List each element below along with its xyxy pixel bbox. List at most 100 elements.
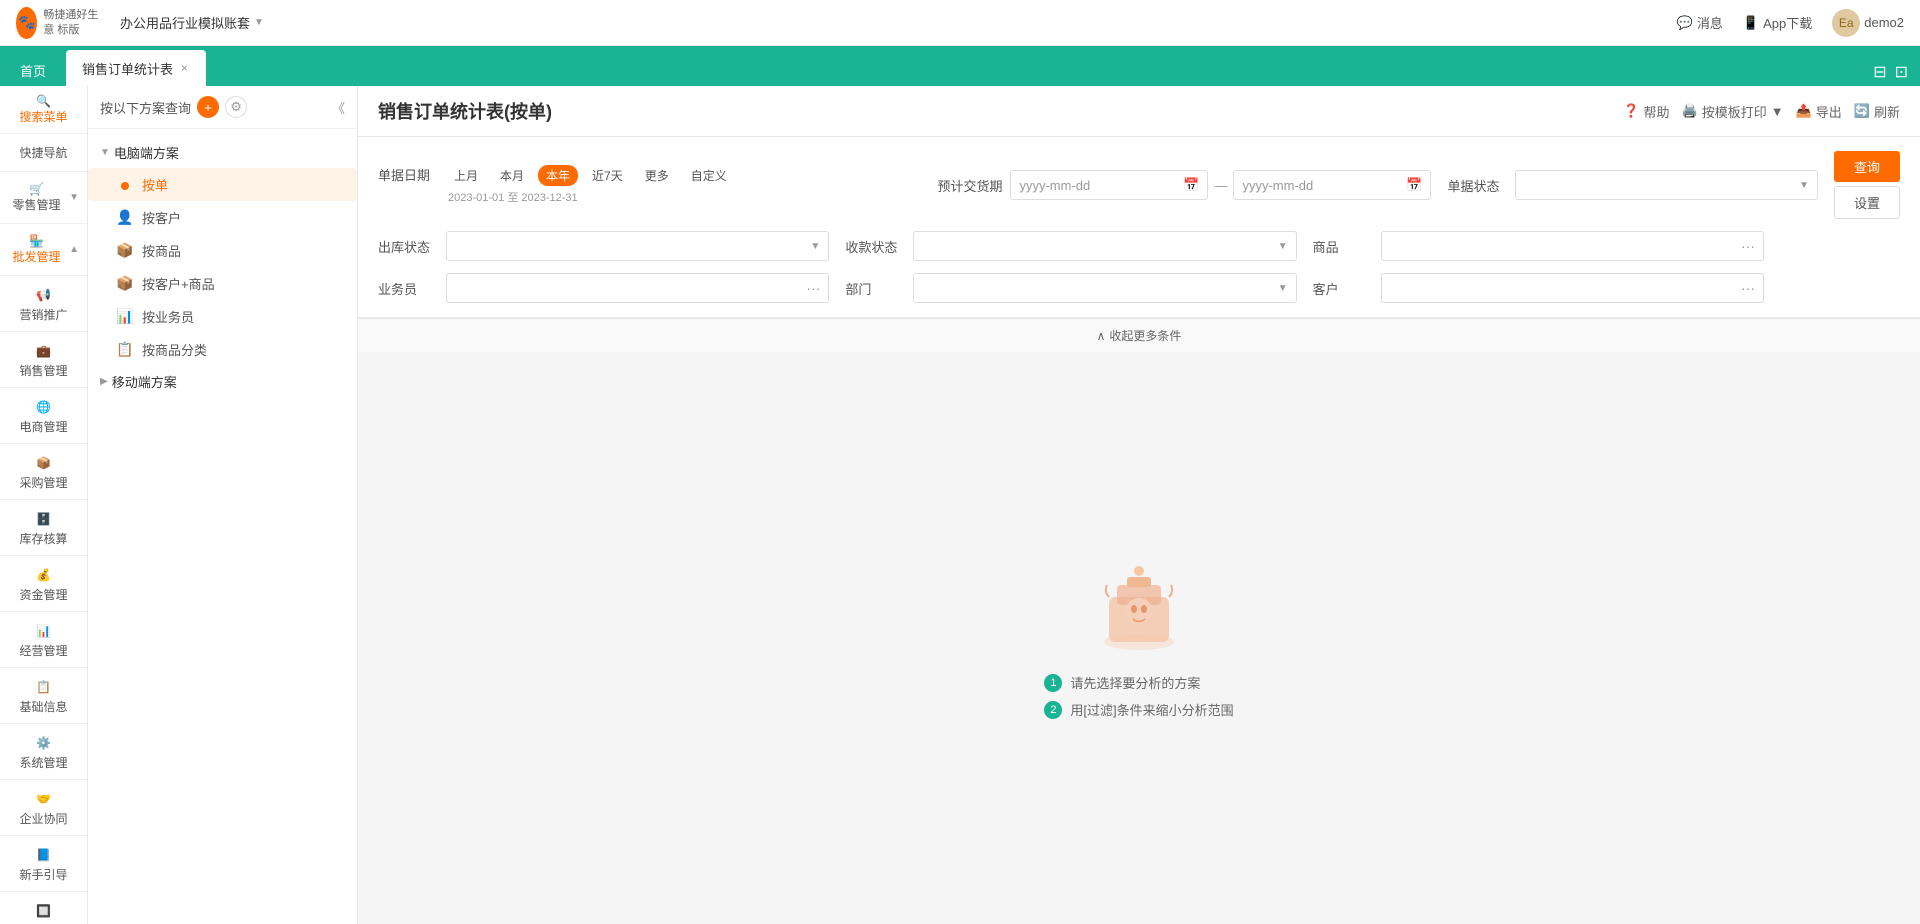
sidebar-item-inventory[interactable]: 🗄️ 库存核算 (0, 500, 87, 556)
sidebar-item-marketing[interactable]: 📢 营销推广 (0, 276, 87, 332)
status-select[interactable]: ▼ (1515, 170, 1818, 200)
message-btn[interactable]: 💬 消息 (1677, 13, 1723, 32)
help-btn[interactable]: ❓ 帮助 (1623, 102, 1669, 121)
tree-item-by-category[interactable]: 📋 按商品分类 (88, 333, 357, 366)
ship-arrow-icon: ▼ (810, 241, 820, 252)
empty-tip-1: 1 请先选择要分析的方案 (1044, 673, 1233, 692)
tree-group-mobile-header[interactable]: ▶ 移动端方案 (88, 366, 357, 397)
goods-label: 商品 (1313, 237, 1373, 256)
tab-active[interactable]: 销售订单统计表 × (66, 50, 206, 86)
staff-item: 业务员 ··· (378, 273, 829, 303)
sidebar-item-apps[interactable]: 🔲 应用中心 (0, 892, 87, 924)
tip-num-1: 1 (1044, 674, 1062, 692)
retail-label: 零售管理 (13, 196, 61, 213)
wholesale-icon: 🏪 (29, 234, 44, 248)
date-btn-last-month[interactable]: 上月 (446, 165, 486, 186)
settings-btn[interactable]: 设置 (1834, 186, 1900, 219)
sidebar-item-guide[interactable]: 📘 新手引导 (0, 836, 87, 892)
refresh-btn[interactable]: 🔄 刷新 (1854, 102, 1900, 121)
tree-item-order-icon (116, 177, 134, 193)
workspace-name: 办公用品行业模拟账套 (120, 13, 250, 32)
tree-group-mobile: ▶ 移动端方案 (88, 366, 357, 397)
sidebar-search[interactable]: 🔍 搜索菜单 (0, 86, 87, 134)
message-label: 消息 (1697, 13, 1723, 32)
tree-item-combo-label: 按客户+商品 (142, 274, 215, 293)
tree-item-order-label: 按单 (142, 175, 168, 194)
tree-item-by-customer-goods[interactable]: 📦 按客户+商品 (88, 267, 357, 300)
goods-input[interactable]: ··· (1381, 231, 1764, 261)
sidebar-item-ops[interactable]: 📊 经营管理 (0, 612, 87, 668)
settings-scheme-btn[interactable]: ⚙ (225, 96, 247, 118)
tab-maximize-icon[interactable]: ⊡ (1895, 62, 1908, 82)
sidebar-item-ecommerce[interactable]: 🌐 电商管理 (0, 388, 87, 444)
user-name: demo2 (1864, 15, 1904, 30)
ship-status-item: 出库状态 ▼ (378, 231, 829, 261)
export-label: 导出 (1816, 102, 1842, 121)
sidebar-item-sales[interactable]: 💼 销售管理 (0, 332, 87, 388)
action-buttons: 查询 设置 (1834, 151, 1900, 219)
filter-row-1: 单据日期 上月 本月 本年 近7天 更多 自定义 2023-01-01 至 20… (378, 151, 1900, 219)
tab-bar-right: ⊟ ⊡ (1873, 62, 1920, 86)
forecast-to-icon: 📅 (1406, 177, 1422, 193)
status-item: 单据状态 ▼ (1447, 170, 1818, 200)
logo-icon: 🐾 (16, 7, 37, 39)
sidebar: 🔍 搜索菜单 快捷导航 🛒 零售管理 ▼ 🏪 批发管理 ▲ 📢 营销推广 💼 (0, 86, 88, 924)
ship-status-select[interactable]: ▼ (446, 231, 829, 261)
date-btn-more[interactable]: 更多 (637, 165, 677, 186)
panel-collapse-btn[interactable]: 《 (332, 98, 345, 117)
tab-home[interactable]: 首页 (0, 54, 66, 86)
workspace-selector[interactable]: 办公用品行业模拟账套 ▼ (120, 13, 264, 32)
tab-minimize-icon[interactable]: ⊟ (1873, 62, 1886, 82)
ops-label: 经营管理 (19, 642, 67, 659)
customer-label: 客户 (1313, 279, 1373, 298)
add-scheme-btn[interactable]: + (197, 96, 219, 118)
content-inner: 按以下方案查询 + ⚙ 《 ▼ 电脑端方案 (88, 86, 1920, 924)
app-download-btn[interactable]: 📱 App下载 (1743, 13, 1812, 32)
dept-select[interactable]: ▼ (913, 273, 1296, 303)
tree-item-by-goods[interactable]: 📦 按商品 (88, 234, 357, 267)
customer-input[interactable]: ··· (1381, 273, 1764, 303)
sidebar-item-enterprise[interactable]: 🤝 企业协同 (0, 780, 87, 836)
sidebar-item-retail[interactable]: 🛒 零售管理 ▼ (0, 172, 87, 224)
query-btn[interactable]: 查询 (1834, 151, 1900, 182)
system-icon: ⚙️ (36, 736, 51, 750)
sidebar-shortcut[interactable]: 快捷导航 (0, 134, 87, 172)
app-download-label: App下载 (1763, 13, 1812, 32)
date-btn-this-month[interactable]: 本月 (492, 165, 532, 186)
sidebar-item-purchase[interactable]: 📦 采购管理 (0, 444, 87, 500)
empty-state: 1 请先选择要分析的方案 2 用[过滤]条件来缩小分析范围 (358, 352, 1920, 924)
main-layout: 🔍 搜索菜单 快捷导航 🛒 零售管理 ▼ 🏪 批发管理 ▲ 📢 营销推广 💼 (0, 86, 1920, 924)
date-btn-custom[interactable]: 自定义 (683, 165, 735, 186)
date-btn-7days[interactable]: 近7天 (584, 165, 631, 186)
wholesale-arrow-icon: ▲ (69, 244, 79, 255)
forecast-to-placeholder: yyyy-mm-dd (1242, 178, 1313, 193)
tree-item-by-customer[interactable]: 👤 按客户 (88, 201, 357, 234)
message-icon: 💬 (1677, 15, 1693, 31)
sidebar-item-base[interactable]: 📋 基础信息 (0, 668, 87, 724)
sidebar-item-system[interactable]: ⚙️ 系统管理 (0, 724, 87, 780)
tree-item-by-order[interactable]: 按单 (88, 168, 357, 201)
pay-status-select[interactable]: ▼ (913, 231, 1296, 261)
user-area[interactable]: Ea demo2 (1832, 9, 1904, 37)
tip-text-1: 请先选择要分析的方案 (1070, 673, 1200, 692)
date-btn-this-year[interactable]: 本年 (538, 165, 578, 186)
template-print-btn[interactable]: 🖨️ 按模板打印 ▼ (1682, 102, 1784, 121)
collapse-row[interactable]: ∧ 收起更多条件 (358, 318, 1920, 352)
forecast-date-to[interactable]: yyyy-mm-dd 📅 (1233, 170, 1431, 200)
left-panel-title: 按以下方案查询 (100, 98, 191, 117)
sidebar-item-finance[interactable]: 💰 资金管理 (0, 556, 87, 612)
marketing-icon: 📢 (36, 288, 51, 302)
sales-label: 销售管理 (19, 362, 67, 379)
tip-num-2: 2 (1044, 701, 1062, 719)
tab-close-icon[interactable]: × (179, 59, 190, 77)
guide-icon: 📘 (36, 848, 51, 862)
print-label: 按模板打印 (1702, 102, 1767, 121)
forecast-date-from[interactable]: yyyy-mm-dd 📅 (1010, 170, 1208, 200)
staff-input[interactable]: ··· (446, 273, 829, 303)
tab-bar: 首页 销售订单统计表 × ⊟ ⊡ (0, 46, 1920, 86)
settings-icon: ⚙ (230, 99, 242, 115)
sidebar-item-wholesale[interactable]: 🏪 批发管理 ▲ (0, 224, 87, 276)
export-btn[interactable]: 📤 导出 (1796, 102, 1842, 121)
tree-group-desktop-header[interactable]: ▼ 电脑端方案 (88, 137, 357, 168)
tree-item-by-staff[interactable]: 📊 按业务员 (88, 300, 357, 333)
